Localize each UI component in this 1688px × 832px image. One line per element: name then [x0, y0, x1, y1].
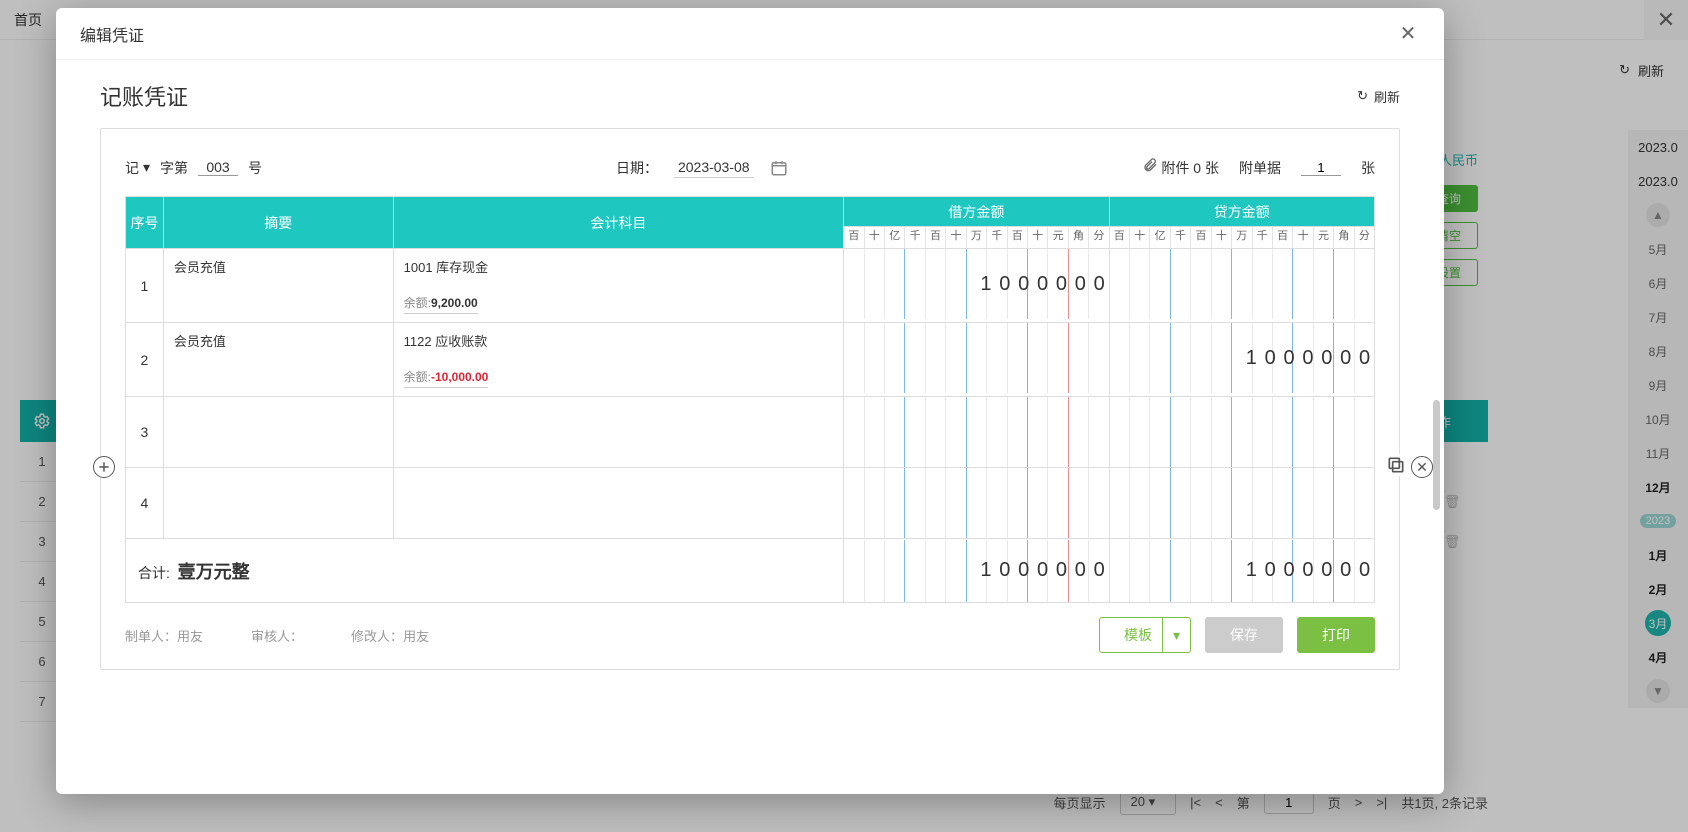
sheets-input[interactable]: [1301, 160, 1341, 176]
save-button: 保存: [1205, 617, 1283, 653]
th-credit-digits: 百十亿千百十万千百十元角分: [1109, 227, 1374, 249]
calendar-icon[interactable]: [770, 159, 788, 177]
row-debit-cell[interactable]: [844, 397, 1109, 468]
row-account-cell[interactable]: 1001 库存现金余额:9,200.00: [393, 249, 844, 323]
sheets-unit: 张: [1361, 158, 1375, 178]
total-credit-cell: 1000000: [1109, 539, 1374, 603]
th-debit: 借方金额: [844, 197, 1109, 227]
date-label: 日期：: [616, 158, 658, 178]
voucher-type-select[interactable]: 记 ▾: [125, 158, 150, 178]
voucher-row[interactable]: 1会员充值1001 库存现金余额:9,200.001000000: [126, 249, 1375, 323]
total-row-label: 合计: 壹万元整: [126, 539, 844, 603]
row-credit-cell[interactable]: [1109, 468, 1374, 539]
voucher-number-input[interactable]: 003: [198, 159, 238, 176]
row-summary-cell[interactable]: [163, 468, 393, 539]
th-credit: 贷方金额: [1109, 197, 1374, 227]
th-summary: 摘要: [163, 197, 393, 249]
add-row-button[interactable]: [93, 456, 115, 478]
row-index: 2: [126, 323, 164, 397]
voucher-row[interactable]: 4: [126, 468, 1375, 539]
voucher-footer: 制单人：用友 审核人： 修改人：用友 模板 ▾ 保存 打印: [125, 617, 1375, 653]
row-credit-cell[interactable]: 1000000: [1109, 323, 1374, 397]
template-button[interactable]: 模板 ▾: [1099, 617, 1191, 653]
voucher-refresh-label: 刷新: [1374, 87, 1400, 106]
insert-row-button[interactable]: [1385, 454, 1407, 476]
modifier-value: 用友: [403, 629, 429, 644]
row-account-cell[interactable]: [393, 397, 844, 468]
row-summary-cell[interactable]: 会员充值: [163, 323, 393, 397]
print-button[interactable]: 打印: [1297, 617, 1375, 653]
row-index: 4: [126, 468, 164, 539]
scrollbar-thumb[interactable]: [1433, 400, 1440, 510]
total-debit-cell: 1000000: [844, 539, 1109, 603]
edit-voucher-modal: 编辑凭证 ✕ 记账凭证 ↻ 刷新 记 ▾ 字第 003 号: [56, 8, 1444, 794]
date-input[interactable]: 2023-03-08: [674, 157, 754, 178]
refresh-icon: ↻: [1357, 88, 1368, 104]
voucher-zi-label: 字第: [160, 158, 188, 178]
voucher-table: 序号 摘要 会计科目 借方金额 贷方金额 百十亿千百十万千百十元角分 百十亿千百…: [125, 196, 1375, 603]
th-index: 序号: [126, 197, 164, 249]
row-account-cell[interactable]: [393, 468, 844, 539]
row-account-cell[interactable]: 1122 应收账款余额:-10,000.00: [393, 323, 844, 397]
modal-header: 编辑凭证 ✕: [56, 8, 1444, 60]
row-debit-cell[interactable]: [844, 468, 1109, 539]
voucher-meta: 记 ▾ 字第 003 号 日期： 2023-03-08: [125, 157, 1375, 178]
row-credit-cell[interactable]: [1109, 397, 1374, 468]
auditor-label: 审核人：: [251, 629, 303, 644]
voucher-title: 记账凭证: [100, 80, 188, 112]
maker-value: 用友: [177, 629, 203, 644]
voucher-refresh-button[interactable]: ↻ 刷新: [1357, 87, 1400, 106]
th-account: 会计科目: [393, 197, 844, 249]
attachment-link[interactable]: 附件 0 张: [1142, 157, 1219, 178]
row-credit-cell[interactable]: [1109, 249, 1374, 323]
modal-close-button[interactable]: ✕: [1396, 22, 1420, 46]
voucher-row[interactable]: 3: [126, 397, 1375, 468]
row-summary-cell[interactable]: [163, 397, 393, 468]
modal-title: 编辑凭证: [80, 22, 144, 46]
row-debit-cell[interactable]: [844, 323, 1109, 397]
row-index: 1: [126, 249, 164, 323]
chevron-down-icon: ▾: [143, 159, 150, 176]
voucher-box: 记 ▾ 字第 003 号 日期： 2023-03-08: [100, 128, 1400, 670]
sheets-label: 附单据: [1239, 158, 1281, 178]
total-words: 壹万元整: [178, 562, 250, 582]
row-summary-cell[interactable]: 会员充值: [163, 249, 393, 323]
attachment-label: 附件 0 张: [1161, 160, 1219, 176]
row-debit-cell[interactable]: 1000000: [844, 249, 1109, 323]
chevron-down-icon[interactable]: ▾: [1162, 618, 1180, 652]
th-debit-digits: 百十亿千百十万千百十元角分: [844, 227, 1109, 249]
modifier-label: 修改人：: [351, 629, 403, 644]
delete-row-button[interactable]: ✕: [1411, 456, 1433, 478]
paperclip-icon: [1142, 157, 1158, 173]
voucher-hao-label: 号: [248, 158, 262, 178]
maker-label: 制单人：: [125, 629, 177, 644]
modal-body: 记账凭证 ↻ 刷新 记 ▾ 字第 003 号 日期： 20: [56, 60, 1444, 794]
row-index: 3: [126, 397, 164, 468]
voucher-row[interactable]: 2会员充值1122 应收账款余额:-10,000.00 1000000: [126, 323, 1375, 397]
